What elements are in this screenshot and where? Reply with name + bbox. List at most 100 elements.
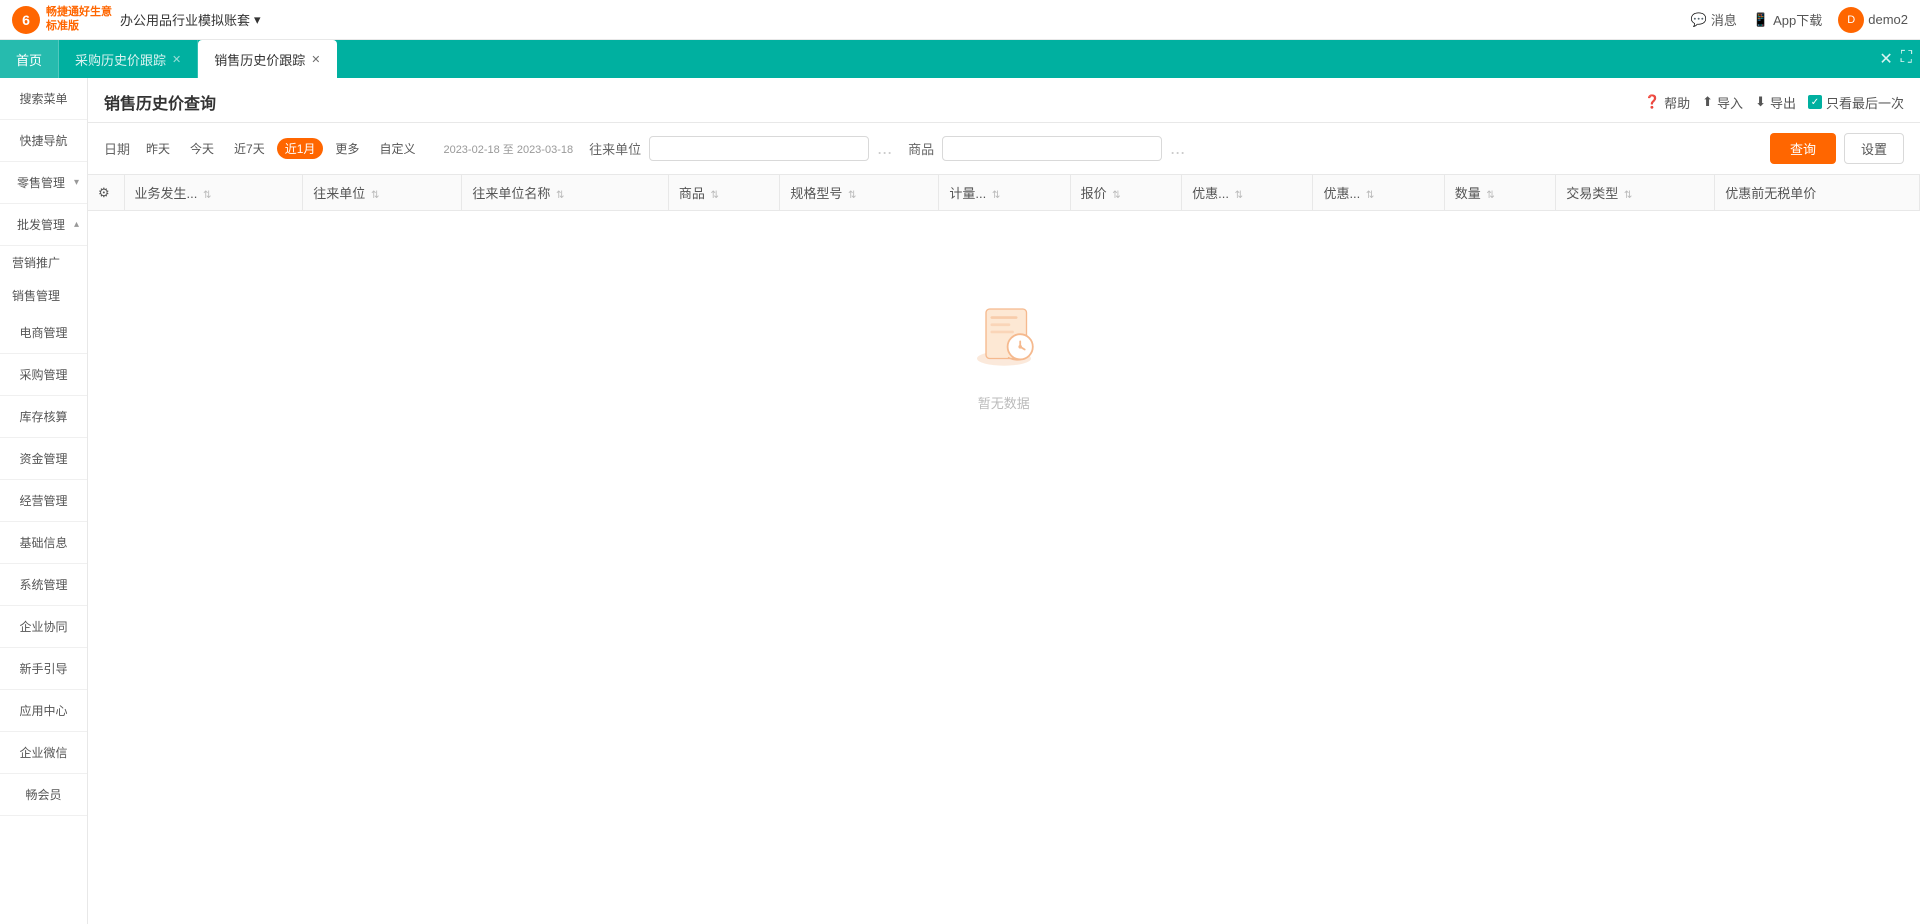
sidebar-item-new-guide[interactable]: 新手引导 [0,648,87,690]
date-range-text: 2023-02-18 至 2023-03-18 [443,141,573,157]
sidebar-item-quick-nav[interactable]: 快捷导航 [0,120,87,162]
partner-input[interactable] [649,136,869,161]
sidebar-item-sales-mgmt[interactable]: 销售管理 [0,279,87,312]
sort-arrows-partner-code: ⇅ [371,190,379,201]
logo-text: 畅捷通好生意 标准版 [46,6,112,32]
tab-purchase-close[interactable]: ✕ [172,53,181,66]
col-biz-date[interactable]: 业务发生... ⇅ [124,175,303,211]
sidebar-item-purchase-mgmt[interactable]: 采购管理 [0,354,87,396]
goods-dots-btn[interactable]: ... [1170,138,1185,159]
user-avatar-area[interactable]: D demo2 [1838,7,1908,33]
sidebar-item-enterprise-wechat[interactable]: 企业微信 [0,732,87,774]
date-options: 昨天 今天 近7天 近1月 更多 自定义 [138,138,423,159]
sidebar-item-operation-mgmt[interactable]: 经营管理 [0,480,87,522]
date-option-last7days[interactable]: 近7天 [226,138,273,159]
sidebar-item-wholesale-mgmt[interactable]: 批发管理 ▴ [0,204,87,246]
sidebar-item-search-menu[interactable]: 搜索菜单 [0,78,87,120]
empty-state: 暂无数据 [88,211,1920,492]
tab-bar: 首页 采购历史价跟踪 ✕ 销售历史价跟踪 ✕ ✕ ⛶ [0,40,1920,78]
page-header: 销售历史价查询 ❓ 帮助 ⬆ 导入 ⬇ 导出 只看最后一次 [88,78,1920,123]
help-btn[interactable]: ❓ 帮助 [1644,93,1690,112]
top-bar-left: 6 畅捷通好生意 标准版 办公用品行业模拟账套 ▾ [12,6,261,34]
chevron-up-icon: ▴ [74,219,79,230]
date-option-last1month[interactable]: 近1月 [277,138,324,159]
tab-sales-history[interactable]: 销售历史价跟踪 ✕ [198,40,337,78]
col-pretax-price[interactable]: 优惠前无税单价 [1715,175,1920,211]
tab-home-label: 首页 [16,50,42,69]
workspace-name: 办公用品行业模拟账套 [120,10,250,29]
sort-arrows-spec: ⇅ [848,190,856,201]
export-btn[interactable]: ⬇ 导出 [1755,93,1796,112]
import-btn[interactable]: ⬆ 导入 [1702,93,1743,112]
sort-arrows-discount2: ⇅ [1366,190,1374,201]
filter-bar: 日期 昨天 今天 近7天 近1月 更多 自定义 2023-02-18 至 202… [88,123,1920,175]
empty-text: 暂无数据 [978,393,1030,412]
sidebar-item-enterprise-collab[interactable]: 企业协同 [0,606,87,648]
export-icon: ⬇ [1755,94,1766,110]
col-partner-name[interactable]: 往来单位名称 ⇅ [462,175,669,211]
app-download-btn[interactable]: 📱 App下载 [1753,10,1822,29]
settings-icon[interactable]: ⚙ [98,185,110,200]
tab-home[interactable]: 首页 [0,40,59,78]
tab-bar-actions: ✕ ⛶ [1879,49,1912,69]
tab-sales-label: 销售历史价跟踪 [214,50,305,69]
sidebar-item-basic-info[interactable]: 基础信息 [0,522,87,564]
col-partner-code[interactable]: 往来单位 ⇅ [303,175,462,211]
col-goods[interactable]: 商品 ⇅ [668,175,780,211]
content-area: 销售历史价查询 ❓ 帮助 ⬆ 导入 ⬇ 导出 只看最后一次 [88,78,1920,924]
tab-sales-close[interactable]: ✕ [311,53,320,66]
sidebar-item-retail-mgmt[interactable]: 零售管理 ▾ [0,162,87,204]
chevron-down-icon: ▾ [254,12,261,28]
maximize-btn[interactable]: ⛶ [1901,49,1912,69]
show-last-once[interactable]: 只看最后一次 [1808,93,1904,112]
sidebar-item-marketing[interactable]: 营销推广 [0,246,87,279]
tab-purchase-label: 采购历史价跟踪 [75,50,166,69]
main-layout: 搜索菜单 快捷导航 零售管理 ▾ 批发管理 ▴ 营销推广 销售管理 电商管理 采… [0,78,1920,924]
message-btn[interactable]: 💬 消息 [1691,10,1737,29]
tab-purchase-history[interactable]: 采购历史价跟踪 ✕ [59,40,198,78]
date-option-yesterday[interactable]: 昨天 [138,138,178,159]
data-table: ⚙ 业务发生... ⇅ 往来单位 ⇅ 往来单位名称 ⇅ [88,175,1920,492]
sort-arrows-quantity: ⇅ [1486,190,1494,201]
show-last-once-checkbox[interactable] [1808,95,1822,109]
top-bar: 6 畅捷通好生意 标准版 办公用品行业模拟账套 ▾ 💬 消息 📱 App下载 D… [0,0,1920,40]
sidebar: 搜索菜单 快捷导航 零售管理 ▾ 批发管理 ▴ 营销推广 销售管理 电商管理 采… [0,78,88,924]
table-header-row: ⚙ 业务发生... ⇅ 往来单位 ⇅ 往来单位名称 ⇅ [88,175,1920,211]
goods-filter-group: 商品 ... [908,136,1185,161]
col-unit[interactable]: 计量... ⇅ [939,175,1070,211]
sidebar-item-app-center[interactable]: 应用中心 [0,690,87,732]
page-actions: ❓ 帮助 ⬆ 导入 ⬇ 导出 只看最后一次 [1644,93,1904,112]
empty-icon [959,291,1049,381]
col-quantity[interactable]: 数量 ⇅ [1444,175,1556,211]
workspace-selector[interactable]: 办公用品行业模拟账套 ▾ [120,10,261,29]
col-discount2[interactable]: 优惠... ⇅ [1313,175,1444,211]
col-spec[interactable]: 规格型号 ⇅ [780,175,939,211]
close-window-btn[interactable]: ✕ [1879,49,1892,69]
goods-label: 商品 [908,139,934,158]
app-icon: 📱 [1753,12,1769,28]
date-option-custom[interactable]: 自定义 [371,138,423,159]
sidebar-item-inventory[interactable]: 库存核算 [0,396,87,438]
col-settings: ⚙ [88,175,124,211]
col-price[interactable]: 报价 ⇅ [1070,175,1182,211]
col-discount1[interactable]: 优惠... ⇅ [1182,175,1313,211]
sidebar-item-system-mgmt[interactable]: 系统管理 [0,564,87,606]
query-button[interactable]: 查询 [1770,133,1836,164]
import-icon: ⬆ [1702,94,1713,110]
partner-label: 往来单位 [589,139,641,158]
col-trade-type[interactable]: 交易类型 ⇅ [1556,175,1715,211]
goods-input[interactable] [942,136,1162,161]
filter-actions: 查询 设置 [1770,133,1904,164]
sidebar-item-vip-member[interactable]: 畅会员 [0,774,87,816]
avatar: D [1838,7,1864,33]
date-filter-group: 日期 昨天 今天 近7天 近1月 更多 自定义 [104,138,423,159]
logo-area: 6 畅捷通好生意 标准版 [12,6,112,34]
chevron-down-icon: ▾ [74,177,79,188]
date-option-more[interactable]: 更多 [327,138,367,159]
sidebar-item-finance-mgmt[interactable]: 资金管理 [0,438,87,480]
settings-button[interactable]: 设置 [1844,133,1904,164]
partner-dots-btn[interactable]: ... [877,138,892,159]
sort-arrows-price: ⇅ [1112,190,1120,201]
sidebar-item-ecommerce-mgmt[interactable]: 电商管理 [0,312,87,354]
date-option-today[interactable]: 今天 [182,138,222,159]
